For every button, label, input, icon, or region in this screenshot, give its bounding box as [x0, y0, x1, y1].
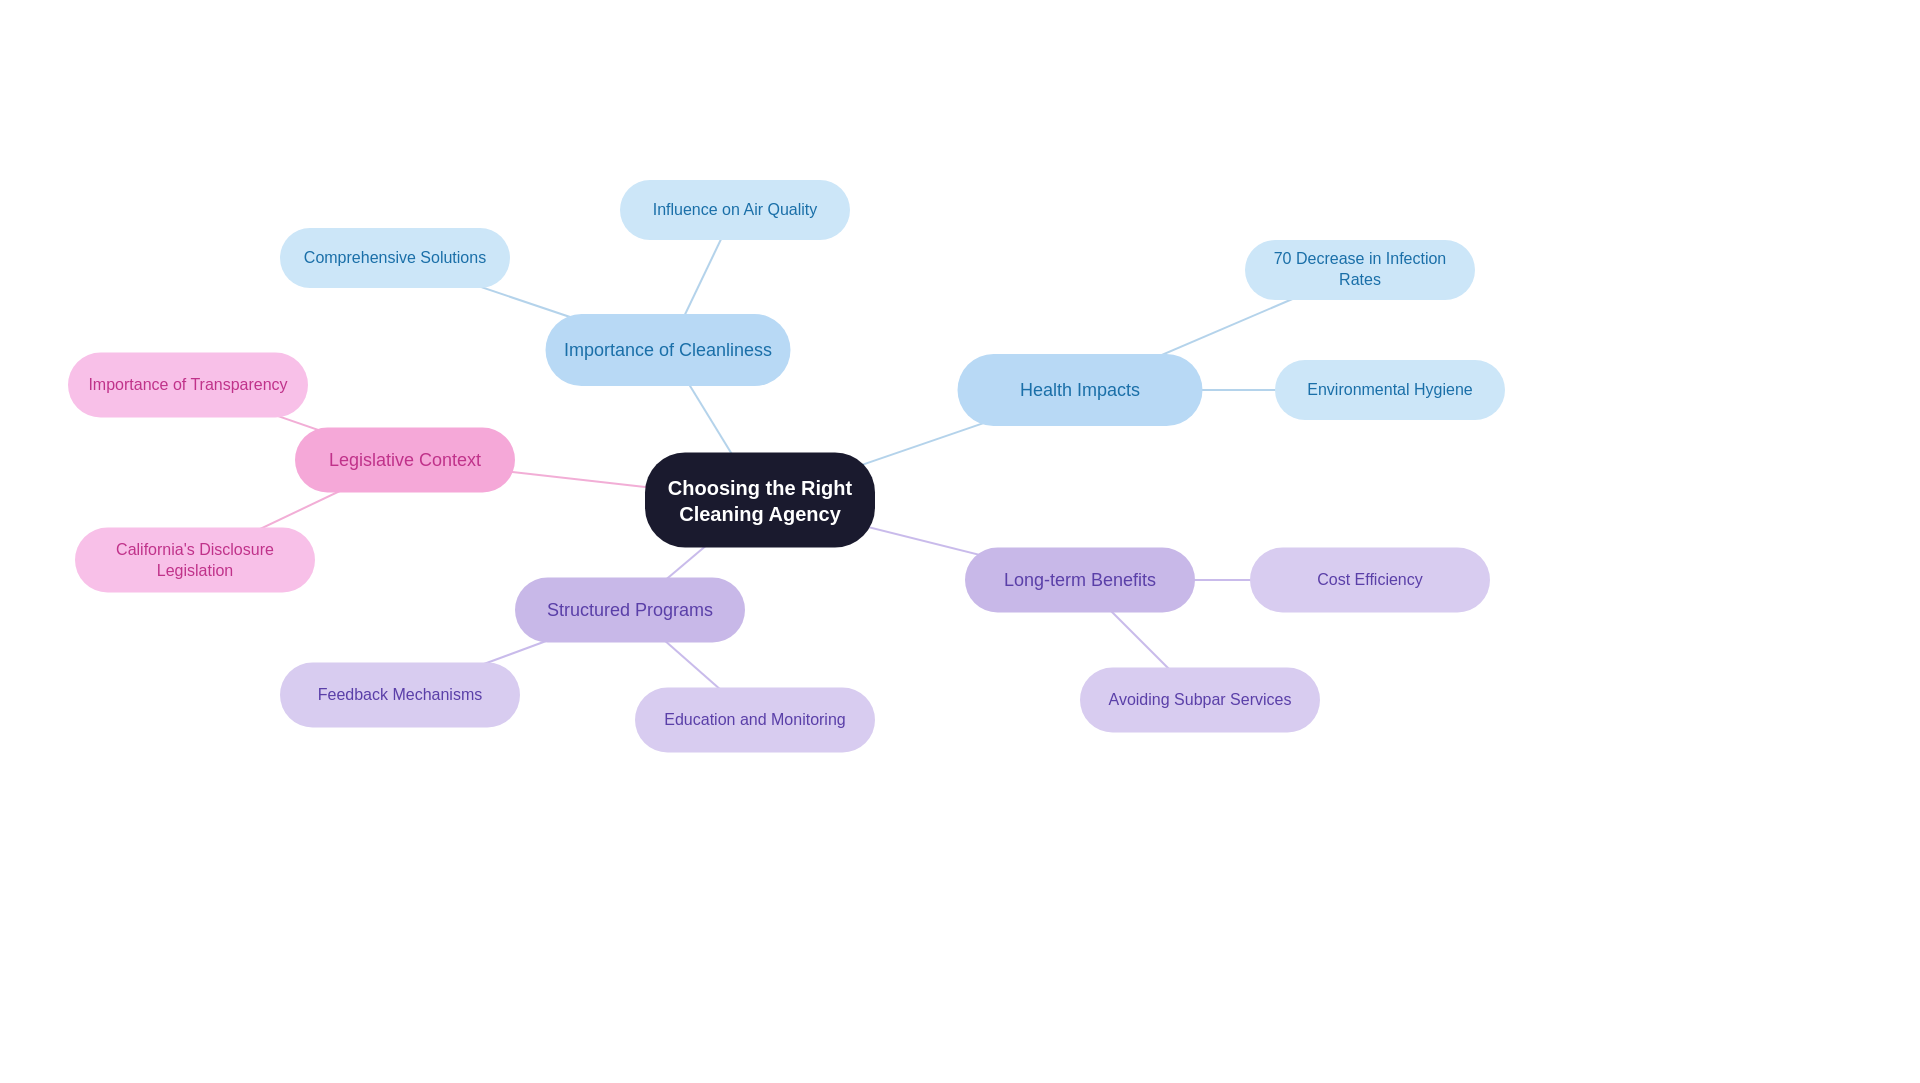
node-transparency[interactable]: Importance of Transparency: [68, 353, 308, 418]
node-feedback[interactable]: Feedback Mechanisms: [280, 663, 520, 728]
node-cleanliness[interactable]: Importance of Cleanliness: [546, 314, 791, 386]
node-disclosure[interactable]: California's Disclosure Legislation: [75, 528, 315, 593]
node-comp-solutions[interactable]: Comprehensive Solutions: [280, 228, 510, 288]
node-center[interactable]: Choosing the Right Cleaning Agency: [645, 453, 875, 548]
node-cost-efficiency[interactable]: Cost Efficiency: [1250, 548, 1490, 613]
node-long-term[interactable]: Long-term Benefits: [965, 548, 1195, 613]
node-air-quality[interactable]: Influence on Air Quality: [620, 180, 850, 240]
node-infection-rates[interactable]: 70 Decrease in Infection Rates: [1245, 240, 1475, 300]
node-structured[interactable]: Structured Programs: [515, 578, 745, 643]
node-education[interactable]: Education and Monitoring: [635, 688, 875, 753]
node-legislative[interactable]: Legislative Context: [295, 428, 515, 493]
mind-map-container: Choosing the Right Cleaning Agency Import…: [0, 0, 1920, 1083]
node-avoid-subpar[interactable]: Avoiding Subpar Services: [1080, 668, 1320, 733]
node-env-hygiene[interactable]: Environmental Hygiene: [1275, 360, 1505, 420]
node-health[interactable]: Health Impacts: [958, 354, 1203, 426]
